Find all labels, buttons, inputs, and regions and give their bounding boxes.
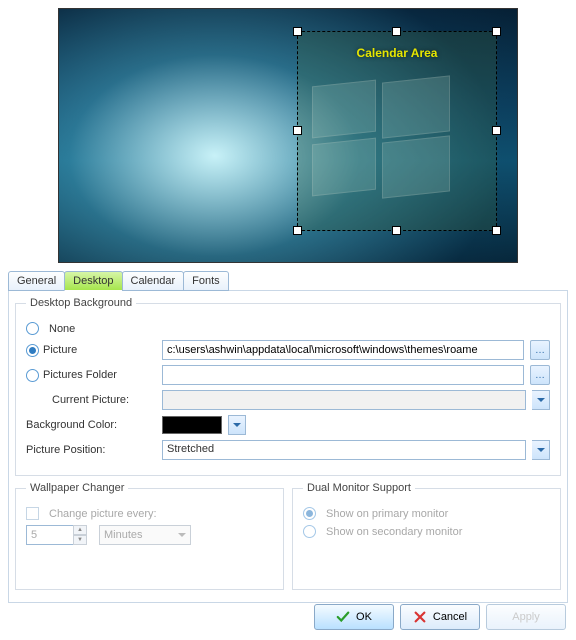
picture-position-dropdown-button[interactable]: [532, 440, 550, 460]
current-picture-label: Current Picture:: [26, 394, 156, 406]
changer-legend: Wallpaper Changer: [26, 482, 128, 494]
picture-position-combo[interactable]: Stretched: [162, 440, 526, 460]
selection-label: Calendar Area: [298, 46, 496, 60]
apply-label: Apply: [512, 611, 540, 623]
change-every-label: Change picture every:: [49, 508, 157, 520]
dual-monitor-group: Dual Monitor Support Show on primary mon…: [292, 482, 561, 590]
picture-browse-button[interactable]: …: [530, 340, 550, 360]
pictures-folder-input[interactable]: [162, 365, 524, 385]
picture-position-label: Picture Position:: [26, 444, 156, 456]
dialog-button-bar: OK Cancel Apply: [314, 604, 566, 630]
radio-none-label: None: [49, 323, 75, 335]
resize-handle-se[interactable]: [492, 226, 501, 235]
resize-handle-n[interactable]: [392, 27, 401, 36]
check-icon: [336, 610, 350, 624]
tab-calendar[interactable]: Calendar: [122, 271, 185, 291]
ok-button[interactable]: OK: [314, 604, 394, 630]
change-every-checkbox: [26, 507, 39, 520]
cancel-label: Cancel: [433, 611, 467, 623]
spin-up: ▲: [73, 525, 87, 535]
ok-label: OK: [356, 611, 372, 623]
wallpaper-preview[interactable]: Calendar Area: [58, 8, 518, 263]
radio-none[interactable]: [26, 322, 39, 335]
interval-input: [26, 525, 74, 545]
tab-bar: General Desktop Calendar Fonts: [8, 271, 568, 291]
change-interval-spinner: ▲ ▼: [26, 525, 87, 545]
radio-picture[interactable]: [26, 344, 39, 357]
current-picture-combo[interactable]: [162, 390, 526, 410]
tab-desktop[interactable]: Desktop: [64, 271, 122, 291]
bg-color-label: Background Color:: [26, 419, 156, 431]
resize-handle-sw[interactable]: [293, 226, 302, 235]
interval-unit-label: Minutes: [104, 529, 143, 541]
wallpaper-changer-group: Wallpaper Changer Change picture every: …: [15, 482, 284, 590]
bg-color-dropdown-button[interactable]: [228, 415, 246, 435]
tab-general[interactable]: General: [8, 271, 65, 291]
cancel-button[interactable]: Cancel: [400, 604, 480, 630]
tab-fonts[interactable]: Fonts: [183, 271, 229, 291]
radio-secondary-label: Show on secondary monitor: [326, 526, 462, 538]
picture-path-input[interactable]: [162, 340, 524, 360]
resize-handle-nw[interactable]: [293, 27, 302, 36]
resize-handle-w[interactable]: [293, 126, 302, 135]
spin-down: ▼: [73, 535, 87, 545]
resize-handle-ne[interactable]: [492, 27, 501, 36]
desktop-background-group: Desktop Background None Picture … Pictur…: [15, 297, 561, 476]
radio-primary-monitor: [303, 507, 316, 520]
apply-button[interactable]: Apply: [486, 604, 566, 630]
resize-handle-s[interactable]: [392, 226, 401, 235]
radio-secondary-monitor: [303, 525, 316, 538]
radio-pictures-folder[interactable]: [26, 369, 39, 382]
pictures-folder-browse-button[interactable]: …: [530, 365, 550, 385]
bg-color-swatch[interactable]: [162, 416, 222, 434]
radio-pictures-folder-label: Pictures Folder: [43, 369, 117, 381]
group-legend: Desktop Background: [26, 297, 136, 309]
radio-primary-label: Show on primary monitor: [326, 508, 448, 520]
radio-picture-label: Picture: [43, 344, 77, 356]
current-picture-dropdown-button[interactable]: [532, 390, 550, 410]
dual-legend: Dual Monitor Support: [303, 482, 415, 494]
close-icon: [413, 610, 427, 624]
resize-handle-e[interactable]: [492, 126, 501, 135]
calendar-selection-area[interactable]: Calendar Area: [297, 31, 497, 231]
desktop-panel: Desktop Background None Picture … Pictur…: [8, 290, 568, 603]
chevron-down-icon: [178, 533, 186, 541]
interval-unit-select: Minutes: [99, 525, 191, 545]
